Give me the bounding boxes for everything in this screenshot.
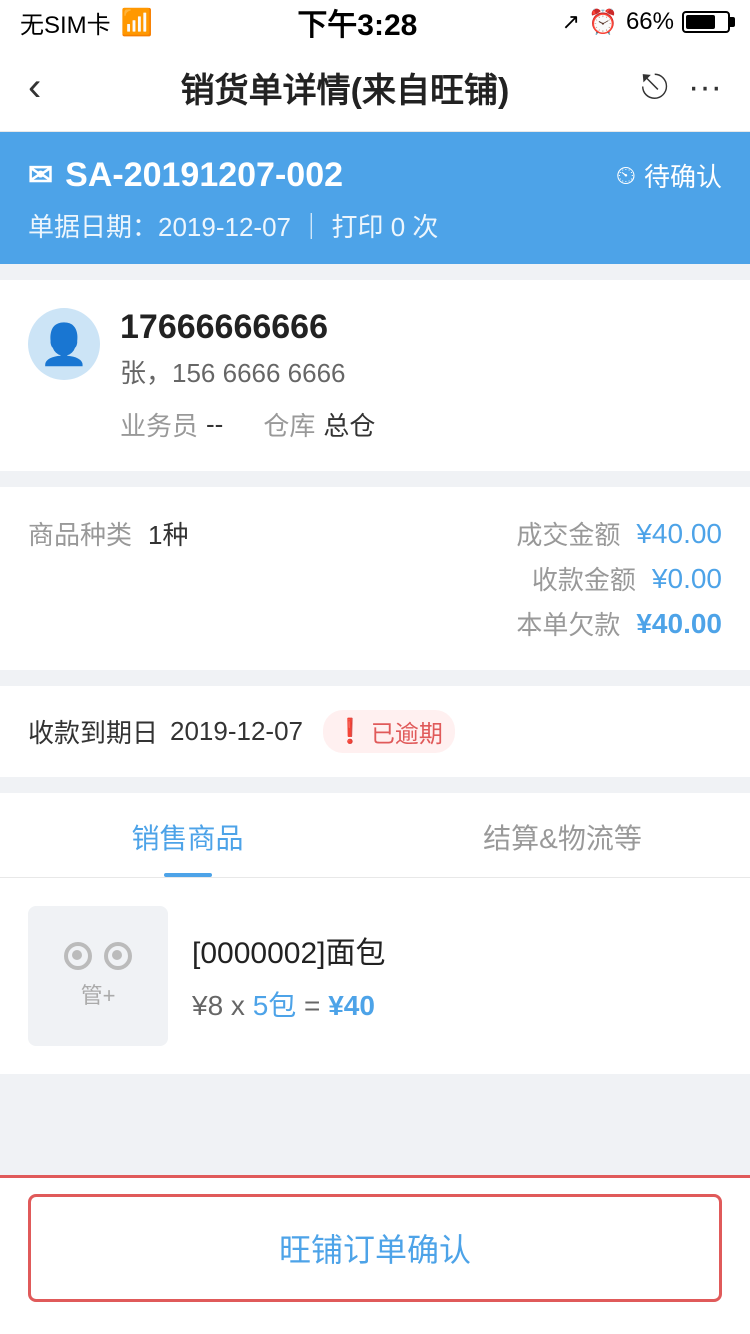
- nav-bar: ‹ 销货单详情(来自旺铺) ⎋ ···: [0, 44, 750, 132]
- due-date-value: 2019-12-07: [170, 716, 303, 747]
- customer-info: 17666666666 张，156 6666 6666 业务员 -- 仓库 总仓: [120, 308, 722, 443]
- price-base: ¥8 x: [192, 990, 253, 1021]
- order-info-section: 商品种类 1种 成交金额 ¥40.00 收款金额 ¥0.00 本单欠款 ¥40.…: [0, 487, 750, 670]
- owl-eyes: [64, 942, 132, 970]
- page-title: 销货单详情(来自旺铺): [88, 63, 602, 112]
- salesperson-item: 业务员 --: [120, 406, 223, 443]
- salesperson-value: --: [206, 409, 223, 440]
- customer-card: 👤 17666666666 张，156 6666 6666 业务员 -- 仓库 …: [0, 280, 750, 471]
- status-bar-left: 无SIM卡 📶: [20, 5, 153, 40]
- bottom-bar: 旺铺订单确认: [0, 1175, 750, 1334]
- more-icon[interactable]: ···: [688, 68, 722, 107]
- order-meta: 单据日期：2019-12-07 ｜ 打印 0 次: [28, 207, 722, 244]
- product-details: [0000002]面包 ¥8 x 5包 = ¥40: [192, 928, 722, 1024]
- product-thumbnail: 管+: [28, 906, 168, 1046]
- owed-amount-row: 本单欠款 ¥40.00: [516, 605, 722, 642]
- salesperson-label: 业务员: [120, 406, 198, 443]
- product-name: [0000002]面包: [192, 928, 722, 972]
- tab-settlement-logistics[interactable]: 结算&物流等: [375, 793, 750, 877]
- overdue-icon: ❗: [335, 717, 365, 746]
- overdue-text: 已逾期: [371, 714, 443, 749]
- customer-phone: 17666666666: [120, 308, 722, 347]
- status-bar-right: ↗ ⏰ 66%: [562, 8, 730, 37]
- owl-eye-left: [64, 942, 92, 970]
- battery-label: 66%: [626, 8, 674, 36]
- product-type-info: 商品种类 1种: [28, 515, 516, 560]
- deal-amount-label: 成交金额: [516, 515, 620, 552]
- confirm-order-button[interactable]: 旺铺订单确认: [28, 1194, 722, 1302]
- deal-amount-value: ¥40.00: [636, 518, 722, 550]
- product-type-label: 商品种类: [28, 515, 132, 552]
- wifi-icon: 📶: [121, 7, 153, 38]
- tab-sales-products[interactable]: 销售商品: [0, 793, 375, 877]
- customer-name: 张，156 6666 6666: [120, 353, 722, 390]
- due-date-section: 收款到期日 2019-12-07 ❗ 已逾期: [0, 686, 750, 777]
- avatar: 👤: [28, 308, 100, 380]
- share-icon[interactable]: ⎋: [641, 68, 668, 107]
- order-id: ✉ SA-20191207-002: [28, 156, 343, 195]
- deal-amount-row: 成交金额 ¥40.00: [516, 515, 722, 552]
- amount-info: 成交金额 ¥40.00 收款金额 ¥0.00 本单欠款 ¥40.00: [516, 515, 722, 642]
- warehouse-label: 仓库: [263, 406, 315, 443]
- warehouse-value: 总仓: [323, 406, 375, 443]
- received-amount-row: 收款金额 ¥0.00: [532, 560, 722, 597]
- product-item: 管+ [0000002]面包 ¥8 x 5包 = ¥40: [0, 878, 750, 1074]
- product-type-value: 1种: [148, 515, 188, 552]
- owed-amount-value: ¥40.00: [636, 608, 722, 640]
- received-amount-value: ¥0.00: [652, 563, 722, 595]
- order-header-card: ✉ SA-20191207-002 ⏲ 待确认 单据日期：2019-12-07 …: [0, 132, 750, 264]
- status-bar: 无SIM卡 📶 下午3:28 ↗ ⏰ 66%: [0, 0, 750, 44]
- alarm-icon: ⏰: [588, 8, 618, 37]
- tabs-section: 销售商品 结算&物流等 管+ [0000002]面包 ¥8 x 5包 = ¥40: [0, 793, 750, 1074]
- product-logo: 管+: [64, 942, 132, 1010]
- back-button[interactable]: ‹: [28, 65, 88, 110]
- order-status-badge: ⏲ 待确认: [616, 157, 722, 194]
- warehouse-item: 仓库 总仓: [263, 406, 375, 443]
- price-total: ¥40: [328, 990, 375, 1021]
- overdue-badge: ❗ 已逾期: [323, 710, 455, 753]
- quantity-highlight: 5包: [253, 990, 297, 1021]
- owl-eye-right: [104, 942, 132, 970]
- product-price-formula: ¥8 x 5包 = ¥40: [192, 984, 722, 1024]
- received-amount-label: 收款金额: [532, 560, 636, 597]
- due-date-label: 收款到期日: [28, 713, 158, 750]
- status-bar-time: 下午3:28: [297, 0, 417, 44]
- owed-amount-label: 本单欠款: [516, 605, 620, 642]
- tabs-header: 销售商品 结算&物流等: [0, 793, 750, 878]
- person-icon: 👤: [39, 321, 89, 368]
- battery-icon: [682, 11, 730, 33]
- order-icon: ✉: [28, 158, 53, 193]
- nav-right-actions: ⎋ ···: [602, 68, 722, 107]
- location-icon: ↗: [562, 9, 580, 35]
- clock-icon: ⏲: [616, 160, 636, 192]
- carrier-label: 无SIM卡: [20, 5, 111, 40]
